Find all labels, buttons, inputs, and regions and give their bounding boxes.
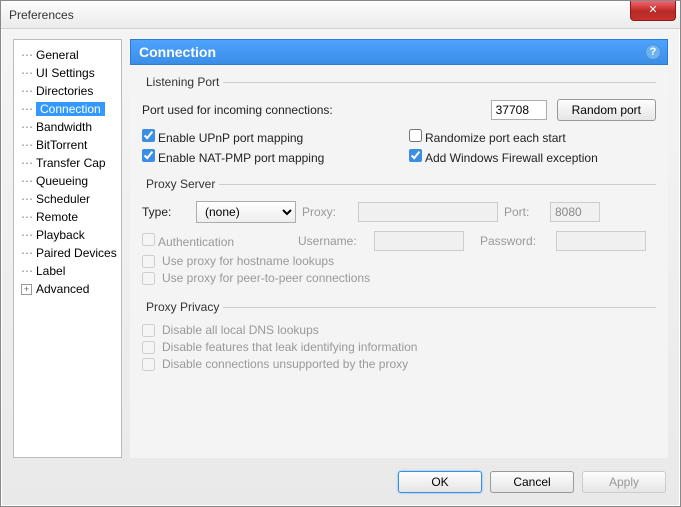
proxy-server-legend: Proxy Server [142, 177, 219, 191]
dash-icon: ⋯ [20, 246, 34, 260]
proxy-host-input [358, 202, 498, 222]
footer: OK Cancel Apply [1, 466, 680, 506]
disable-leak-checkbox: Disable features that leak identifying i… [142, 340, 417, 354]
natpmp-checkbox[interactable]: Enable NAT-PMP port mapping [142, 149, 389, 165]
proxy-hostname-checkbox: Use proxy for hostname lookups [142, 254, 334, 268]
sidebar-item-directories[interactable]: ⋯Directories [18, 82, 117, 100]
section-header: Connection ? [130, 39, 668, 65]
dash-icon: ⋯ [20, 48, 34, 62]
sidebar: ⋯General ⋯UI Settings ⋯Directories ⋯Conn… [13, 39, 122, 458]
main-panel: Connection ? Listening Port Port used fo… [130, 39, 668, 458]
window-title: Preferences [9, 8, 74, 22]
dash-icon: ⋯ [20, 228, 34, 242]
proxy-type-select[interactable]: (none) [196, 201, 296, 223]
dash-icon: ⋯ [20, 174, 34, 188]
dash-icon: ⋯ [20, 84, 34, 98]
dash-icon: ⋯ [20, 102, 34, 116]
close-button[interactable]: ✕ [630, 1, 676, 21]
sidebar-item-bandwidth[interactable]: ⋯Bandwidth [18, 118, 117, 136]
dash-icon: ⋯ [20, 264, 34, 278]
port-label: Port used for incoming connections: [142, 103, 333, 117]
section-title: Connection [139, 44, 216, 60]
password-label: Password: [480, 234, 550, 248]
sidebar-item-general[interactable]: ⋯General [18, 46, 117, 64]
listening-port-group: Listening Port Port used for incoming co… [142, 75, 656, 167]
ok-button[interactable]: OK [398, 471, 482, 493]
auth-checkbox: Authentication [142, 233, 292, 249]
help-icon[interactable]: ? [645, 44, 661, 60]
sidebar-item-transfer-cap[interactable]: ⋯Transfer Cap [18, 154, 117, 172]
randomize-checkbox[interactable]: Randomize port each start [409, 129, 656, 145]
proxy-server-group: Proxy Server Type: (none) Proxy: Port: A… [142, 177, 656, 290]
port-input[interactable] [491, 100, 547, 120]
expand-icon[interactable]: + [21, 284, 32, 295]
proxy-p2p-checkbox: Use proxy for peer-to-peer connections [142, 271, 370, 285]
firewall-checkbox[interactable]: Add Windows Firewall exception [409, 149, 656, 165]
proxy-port-input [550, 202, 600, 222]
username-label: Username: [298, 234, 368, 248]
username-input [374, 231, 464, 251]
listening-port-legend: Listening Port [142, 75, 223, 89]
proxy-port-label: Port: [504, 205, 544, 219]
upnp-checkbox[interactable]: Enable UPnP port mapping [142, 129, 389, 145]
sidebar-item-paired-devices[interactable]: ⋯Paired Devices [18, 244, 117, 262]
proxy-privacy-legend: Proxy Privacy [142, 300, 223, 314]
dash-icon: ⋯ [20, 120, 34, 134]
password-input [556, 231, 646, 251]
sidebar-item-bittorrent[interactable]: ⋯BitTorrent [18, 136, 117, 154]
dash-icon: ⋯ [20, 138, 34, 152]
dash-icon: ⋯ [20, 192, 34, 206]
dash-icon: ⋯ [20, 210, 34, 224]
sidebar-item-remote[interactable]: ⋯Remote [18, 208, 117, 226]
sidebar-item-advanced[interactable]: +Advanced [18, 280, 117, 298]
disable-unsupported-checkbox: Disable connections unsupported by the p… [142, 357, 408, 371]
sidebar-item-queueing[interactable]: ⋯Queueing [18, 172, 117, 190]
disable-dns-checkbox: Disable all local DNS lookups [142, 323, 319, 337]
content: Listening Port Port used for incoming co… [130, 65, 668, 458]
cancel-button[interactable]: Cancel [490, 471, 574, 493]
random-port-button[interactable]: Random port [557, 99, 656, 121]
proxy-host-label: Proxy: [302, 205, 352, 219]
titlebar: Preferences ✕ [1, 1, 680, 29]
preferences-window: Preferences ✕ ⋯General ⋯UI Settings ⋯Dir… [0, 0, 681, 507]
apply-button: Apply [582, 471, 666, 493]
dash-icon: ⋯ [20, 156, 34, 170]
sidebar-item-playback[interactable]: ⋯Playback [18, 226, 117, 244]
dash-icon: ⋯ [20, 66, 34, 80]
proxy-type-label: Type: [142, 205, 190, 219]
proxy-privacy-group: Proxy Privacy Disable all local DNS look… [142, 300, 656, 376]
sidebar-item-scheduler[interactable]: ⋯Scheduler [18, 190, 117, 208]
sidebar-item-ui-settings[interactable]: ⋯UI Settings [18, 64, 117, 82]
body: ⋯General ⋯UI Settings ⋯Directories ⋯Conn… [1, 29, 680, 466]
sidebar-item-label[interactable]: ⋯Label [18, 262, 117, 280]
sidebar-item-connection[interactable]: ⋯Connection [18, 100, 117, 118]
